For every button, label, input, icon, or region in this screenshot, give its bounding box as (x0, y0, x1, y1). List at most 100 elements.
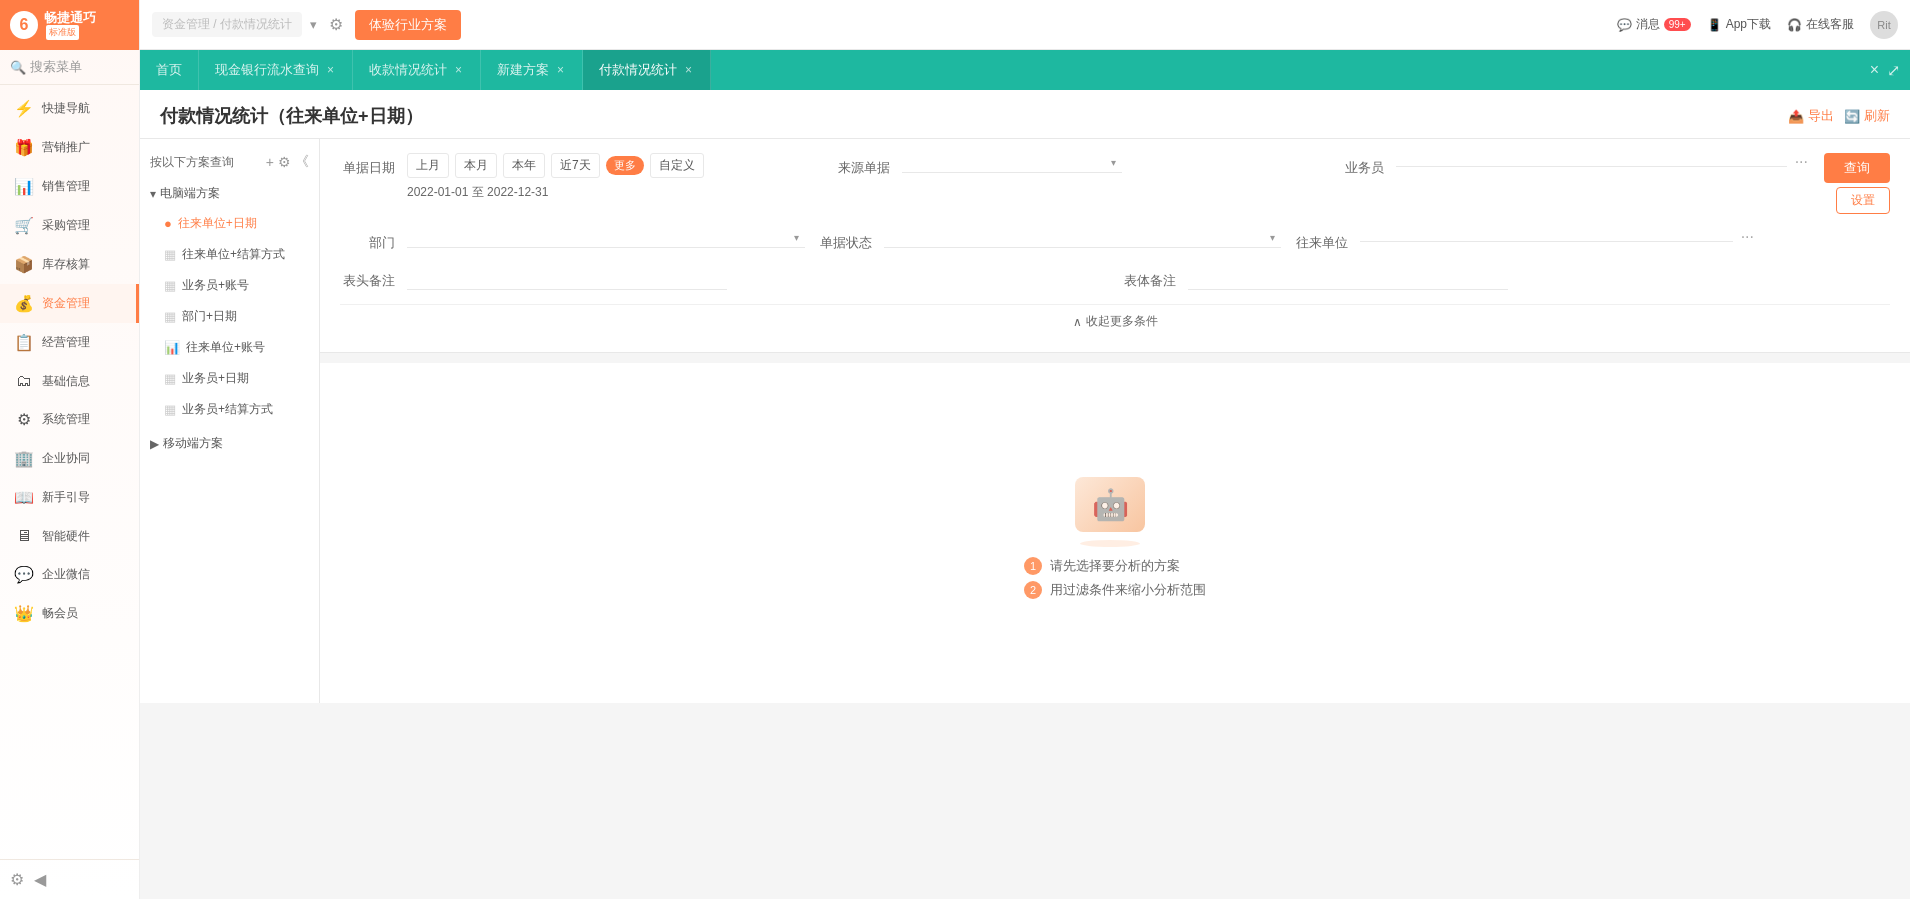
capital-icon: 💰 (14, 294, 34, 313)
dropdown-arrow-icon[interactable]: ▾ (310, 17, 317, 32)
sidebar-item-quick-nav[interactable]: ⚡ 快捷导航 (0, 89, 139, 128)
user-avatar[interactable]: Rit (1870, 11, 1898, 39)
collapse-bar[interactable]: ∧ 收起更多条件 (340, 304, 1890, 338)
scheme-item-unit-date[interactable]: ● 往来单位+日期 (140, 208, 319, 239)
sidebar-search[interactable]: 🔍 搜索菜单 (0, 50, 139, 85)
date-option-last-7[interactable]: 近7天 (551, 153, 600, 178)
date-option-this-month[interactable]: 本月 (455, 153, 497, 178)
tab-new-scheme[interactable]: 新建方案 × (481, 50, 583, 90)
tab-home[interactable]: 首页 (140, 50, 199, 90)
source-select[interactable]: ▾ (902, 153, 1122, 173)
partner-more-icon[interactable]: ··· (1737, 228, 1758, 246)
search-icon: 🔍 (10, 60, 26, 75)
tab-close-icon[interactable]: × (683, 62, 694, 78)
date-option-this-year[interactable]: 本年 (503, 153, 545, 178)
tab-close-icon[interactable]: × (453, 62, 464, 78)
dept-select[interactable]: ▾ (407, 228, 805, 248)
sidebar-item-label: 系统管理 (42, 411, 90, 428)
page-title: 付款情况统计（往来单位+日期） (160, 104, 423, 128)
tip-number-2: 2 (1024, 581, 1042, 599)
empty-icon: 🤖 (1065, 467, 1165, 547)
tab-receipt-stats[interactable]: 收款情况统计 × (353, 50, 481, 90)
page-body: 付款情况统计（往来单位+日期） 📤 导出 🔄 刷新 按以下方案查询 + (140, 90, 1910, 899)
tab-close-all-icon[interactable]: × (1870, 61, 1879, 79)
scheme-panel-header: 按以下方案查询 + ⚙ 《 (140, 149, 319, 179)
tip-text-1: 请先选择要分析的方案 (1050, 557, 1180, 575)
header-note-input[interactable] (407, 266, 727, 290)
mobile-scheme-group[interactable]: ▶ 移动端方案 (140, 429, 319, 458)
action-buttons: 查询 设置 (1824, 153, 1890, 214)
filter-area: 单据日期 上月 本月 本年 近7天 更多 自定义 2022-01-01 至 20… (320, 139, 1910, 353)
sidebar-item-wechat[interactable]: 💬 企业微信 (0, 555, 139, 594)
scheme-item-unit-account[interactable]: 📊 往来单位+账号 (140, 332, 319, 363)
filter-row-1: 单据日期 上月 本月 本年 近7天 更多 自定义 2022-01-01 至 20… (340, 153, 1890, 214)
staff-select[interactable] (1396, 158, 1786, 167)
online-service-label: 在线客服 (1806, 16, 1854, 33)
date-option-last-month[interactable]: 上月 (407, 153, 449, 178)
scheme-item-staff-account[interactable]: ▦ 业务员+账号 (140, 270, 319, 301)
export-button[interactable]: 📤 导出 (1788, 107, 1834, 125)
date-option-more[interactable]: 更多 (606, 156, 644, 175)
scheme-item-dept-date[interactable]: ▦ 部门+日期 (140, 301, 319, 332)
desktop-group-header[interactable]: ▾ 电脑端方案 (140, 179, 319, 208)
sidebar-item-operation[interactable]: 📋 经营管理 (0, 323, 139, 362)
trial-btn[interactable]: 体验行业方案 (355, 10, 461, 40)
settings-small-button[interactable]: 设置 (1836, 187, 1890, 214)
sidebar-item-hardware[interactable]: 🖥 智能硬件 (0, 517, 139, 555)
scheme-table-icon: ▦ (164, 371, 176, 386)
scheme-item-staff-settle[interactable]: ▦ 业务员+结算方式 (140, 394, 319, 425)
sidebar-item-guide[interactable]: 📖 新手引导 (0, 478, 139, 517)
header-settings-button[interactable]: ⚙ (325, 11, 347, 38)
date-option-custom[interactable]: 自定义 (650, 153, 704, 178)
sidebar-item-capital[interactable]: 💰 资金管理 (0, 284, 139, 323)
sidebar-item-sales[interactable]: 📊 销售管理 (0, 167, 139, 206)
sidebar-item-enterprise[interactable]: 🏢 企业协同 (0, 439, 139, 478)
collapse-sidebar-icon[interactable]: ◀ (34, 870, 46, 889)
sidebar-item-label: 经营管理 (42, 334, 90, 351)
date-range-value: 2022-01-01 至 2022-12-31 (407, 184, 548, 201)
quick-nav-icon: ⚡ (14, 99, 34, 118)
app-download-action[interactable]: 📱 App下载 (1707, 16, 1771, 33)
query-button[interactable]: 查询 (1824, 153, 1890, 183)
doc-status-select[interactable]: ▾ (884, 228, 1282, 248)
tab-close-icon[interactable]: × (555, 62, 566, 78)
sidebar-item-marketing[interactable]: 🎁 营销推广 (0, 128, 139, 167)
empty-shadow (1080, 540, 1140, 547)
sidebar-menu: ⚡ 快捷导航 🎁 营销推广 📊 销售管理 🛒 采购管理 📦 库存核算 💰 资金管… (0, 85, 139, 859)
date-options-wrap: 上月 本月 本年 近7天 更多 自定义 2022-01-01 至 2022-12… (407, 153, 823, 201)
sidebar-item-inventory[interactable]: 📦 库存核算 (0, 245, 139, 284)
scheme-table-icon: ▦ (164, 402, 176, 417)
source-label: 来源单据 (835, 153, 890, 177)
online-service-action[interactable]: 🎧 在线客服 (1787, 16, 1854, 33)
tab-bank-flow[interactable]: 现金银行流水查询 × (199, 50, 353, 90)
staff-more-icon[interactable]: ··· (1791, 153, 1812, 171)
scheme-add-icon[interactable]: + (266, 154, 274, 170)
sidebar-item-basic-info[interactable]: 🗂 基础信息 (0, 362, 139, 400)
tab-close-icon[interactable]: × (325, 62, 336, 78)
tab-expand-icon[interactable]: ⤢ (1887, 61, 1900, 80)
body-note-input[interactable] (1188, 266, 1508, 290)
logo-badge: 标准版 (46, 25, 79, 40)
purchase-icon: 🛒 (14, 216, 34, 235)
sidebar-footer: ⚙ ◀ (0, 859, 139, 899)
nav-path-display: 资金管理 / 付款情况统计 (152, 12, 302, 37)
scheme-item-staff-date[interactable]: ▦ 业务员+日期 (140, 363, 319, 394)
scheme-item-unit-settle[interactable]: ▦ 往来单位+结算方式 (140, 239, 319, 270)
message-action[interactable]: 💬 消息 99+ (1617, 16, 1691, 33)
refresh-label: 刷新 (1864, 107, 1890, 125)
sidebar-item-purchase[interactable]: 🛒 采购管理 (0, 206, 139, 245)
settings-footer-icon[interactable]: ⚙ (10, 870, 24, 889)
tab-payment-stats[interactable]: 付款情况统计 × (583, 50, 711, 90)
source-select-wrap: ▾ (902, 153, 1318, 173)
partner-select[interactable] (1360, 233, 1732, 242)
scheme-collapse-icon[interactable]: 《 (295, 153, 309, 171)
tab-bar: 首页 现金银行流水查询 × 收款情况统计 × 新建方案 × 付款情况统计 × ×… (140, 50, 1910, 90)
refresh-button[interactable]: 🔄 刷新 (1844, 107, 1890, 125)
content-wrap: 按以下方案查询 + ⚙ 《 ▾ 电脑端方案 ● 往来单位+日期 (140, 139, 1910, 703)
sidebar-item-system[interactable]: ⚙ 系统管理 (0, 400, 139, 439)
scheme-settings-icon[interactable]: ⚙ (278, 154, 291, 170)
partner-label: 往来单位 (1293, 228, 1348, 252)
sidebar-item-member[interactable]: 👑 畅会员 (0, 594, 139, 633)
sidebar-item-label: 基础信息 (42, 373, 90, 390)
top-header: 资金管理 / 付款情况统计 ▾ ⚙ 体验行业方案 💬 消息 99+ 📱 App下… (140, 0, 1910, 50)
